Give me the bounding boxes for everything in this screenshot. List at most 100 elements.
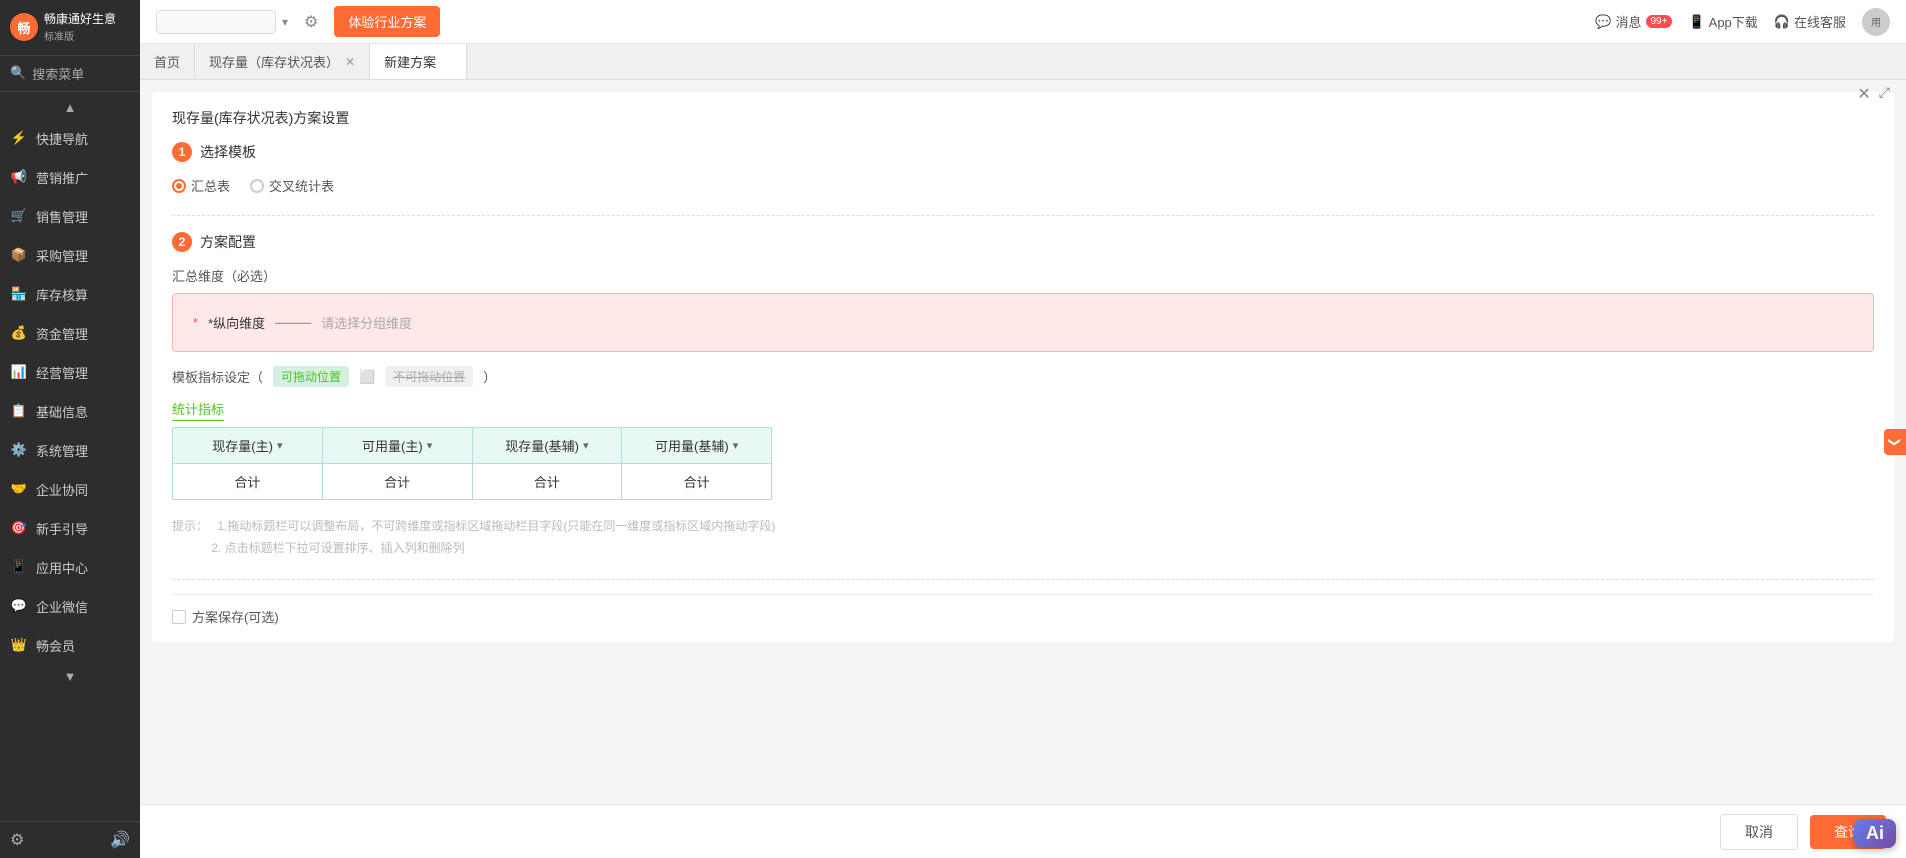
app-logo-icon: 畅	[10, 13, 38, 41]
sidebar-item-new-guide[interactable]: 🎯 新手引导	[0, 509, 140, 548]
operations-icon: 📊	[10, 363, 28, 381]
save-divider	[172, 579, 1874, 580]
tab-inventory-close[interactable]: ✕	[345, 55, 355, 69]
tips-area: 提示： 1.拖动标题栏可以调整布局，不可跨维度或指标区域拖动栏目字段(只能在同一…	[172, 516, 1874, 559]
sidebar-nav: ▲ ⚡ 快捷导航 📢 营销推广 🛒 销售管理 📦 采购管理 🏪 库存核算 💰 资…	[0, 92, 140, 821]
sidebar-logo: 畅 畅康通好生意 标准版	[0, 0, 140, 56]
cancel-button[interactable]: 取消	[1720, 814, 1798, 850]
purchase-icon: 📦	[10, 246, 28, 264]
wechat-icon: 💬	[10, 597, 28, 615]
tab-home[interactable]: 首页	[140, 44, 195, 79]
stats-cell-0: 合计	[173, 464, 323, 499]
dim-arrow: ——	[275, 312, 311, 333]
industry-btn[interactable]: 体验行业方案	[334, 6, 440, 37]
user-avatar[interactable]: 用	[1862, 8, 1890, 36]
dim-required-star: *	[193, 315, 198, 330]
stats-table-body: 合计 合计 合计 合计	[173, 463, 771, 499]
col2-chevron[interactable]: ▾	[583, 439, 589, 452]
stats-col-1[interactable]: 可用量(主) ▾	[323, 428, 473, 463]
drag-badge: 可拖动位置	[273, 366, 349, 387]
messages-btn[interactable]: 💬 消息 99+	[1595, 12, 1672, 31]
sidebar-item-marketing[interactable]: 📢 营销推广	[0, 158, 140, 197]
dim-row: * *纵向维度 —— 请选择分组维度	[193, 312, 1853, 333]
topbar-gear-icon[interactable]: ⚙	[304, 12, 318, 32]
radio-summary-circle	[172, 179, 186, 193]
member-icon: 👑	[10, 636, 28, 654]
sidebar-item-inventory[interactable]: 🏪 库存核算	[0, 275, 140, 314]
template-radio-group: 汇总表 交叉统计表	[172, 176, 1874, 195]
sidebar-footer: ⚙ 🔊	[0, 821, 140, 858]
phone-icon: 📱	[1688, 14, 1704, 30]
sidebar-item-wechat[interactable]: 💬 企业微信	[0, 587, 140, 626]
app-center-icon: 📱	[10, 558, 28, 576]
section1-header: 1 选择模板	[172, 142, 1874, 162]
ai-badge[interactable]: Ai	[1854, 819, 1896, 848]
sidebar-item-purchase[interactable]: 📦 采购管理	[0, 236, 140, 275]
stats-col-2[interactable]: 现存量(基辅) ▾	[473, 428, 623, 463]
col1-chevron[interactable]: ▾	[427, 439, 433, 452]
tip-title: 提示： 1.拖动标题栏可以调整布局，不可跨维度或指标区域拖动栏目字段(只能在同一…	[172, 516, 1874, 538]
scroll-down-btn[interactable]: ▼	[0, 665, 140, 688]
col3-chevron[interactable]: ▾	[733, 439, 739, 452]
expand-window-btn[interactable]: ⤢	[1879, 84, 1890, 104]
col0-chevron[interactable]: ▾	[277, 439, 283, 452]
enterprise-icon: 🤝	[10, 480, 28, 498]
app-logo-text: 畅康通好生意 标准版	[44, 12, 116, 43]
sidebar-item-enterprise[interactable]: 🤝 企业协同	[0, 470, 140, 509]
metrics-setting-suffix: ）	[483, 367, 496, 386]
topbar: ▾ ⚙ 体验行业方案 💬 消息 99+ 📱 App下载 🎧 在线客服 用	[140, 0, 1906, 44]
online-service-btn[interactable]: 🎧 在线客服	[1774, 12, 1846, 31]
sidebar-item-member[interactable]: 👑 畅会员	[0, 626, 140, 665]
sidebar-item-sales[interactable]: 🛒 销售管理	[0, 197, 140, 236]
tab-new-scheme-close[interactable]: ✕	[442, 55, 452, 69]
marketing-icon: 📢	[10, 168, 28, 186]
no-drag-badge: 不可拖动位置	[385, 366, 473, 387]
sidebar-search[interactable]: 🔍 搜索菜单	[0, 56, 140, 92]
sales-icon: 🛒	[10, 207, 28, 225]
system-icon: ⚙️	[10, 441, 28, 459]
stats-cell-3: 合计	[622, 464, 771, 499]
sidebar-item-app-center[interactable]: 📱 应用中心	[0, 548, 140, 587]
stats-col-0[interactable]: 现存量(主) ▾	[173, 428, 323, 463]
scroll-up-btn[interactable]: ▲	[0, 96, 140, 119]
user-avatar-text: 用	[1871, 14, 1881, 29]
section1-num: 1	[172, 142, 192, 162]
section2-title: 方案配置	[200, 232, 256, 252]
dim-vertical-label: *纵向维度	[208, 313, 265, 332]
sidebar: 畅 畅康通好生意 标准版 🔍 搜索菜单 ▲ ⚡ 快捷导航 📢 营销推广 🛒 销售…	[0, 0, 140, 858]
tab-inventory-status[interactable]: 现存量（库存状况表） ✕	[195, 44, 370, 79]
topbar-input[interactable]	[156, 10, 276, 34]
tip-2: 2. 点击标题栏下拉可设置排序、插入列和删除列	[172, 538, 1874, 560]
basic-info-icon: 📋	[10, 402, 28, 420]
metrics-setting-label: 模板指标设定（	[172, 367, 263, 386]
radio-summary[interactable]: 汇总表	[172, 176, 230, 195]
stats-table: 现存量(主) ▾ 可用量(主) ▾ 现存量(基辅) ▾	[172, 427, 772, 500]
sidebar-item-system[interactable]: ⚙️ 系统管理	[0, 431, 140, 470]
section1-title: 选择模板	[200, 142, 256, 162]
sidebar-item-quick-nav[interactable]: ⚡ 快捷导航	[0, 119, 140, 158]
stats-col-3[interactable]: 可用量(基辅) ▾	[622, 428, 771, 463]
sidebar-item-operations[interactable]: 📊 经营管理	[0, 353, 140, 392]
section2: 2 方案配置 汇总维度（必选） * *纵向维度 —— 请选择分组维度 模板指标设…	[172, 232, 1874, 559]
stats-cell-1: 合计	[323, 464, 473, 499]
new-guide-icon: 🎯	[10, 519, 28, 537]
dim-area[interactable]: * *纵向维度 —— 请选择分组维度	[172, 293, 1874, 352]
settings-panel: 现存量(库存状况表)方案设置 1 选择模板 汇总表 交叉统计表	[152, 92, 1894, 642]
settings-icon[interactable]: ⚙	[10, 830, 24, 850]
section-divider	[172, 215, 1874, 216]
close-window-btn[interactable]: ✕	[1857, 84, 1870, 104]
page-title: 现存量(库存状况表)方案设置	[172, 108, 1874, 128]
tab-new-scheme[interactable]: 新建方案 ✕	[370, 44, 467, 79]
app-download-btn[interactable]: 📱 App下载	[1688, 12, 1757, 31]
sidebar-item-basic-info[interactable]: 📋 基础信息	[0, 392, 140, 431]
audio-icon[interactable]: 🔊	[110, 830, 130, 850]
finance-icon: 💰	[10, 324, 28, 342]
search-icon: 🔍	[10, 65, 26, 81]
right-edge-handle[interactable]: ❯	[1884, 429, 1906, 455]
topbar-dropdown-icon[interactable]: ▾	[282, 15, 288, 29]
sidebar-item-finance[interactable]: 💰 资金管理	[0, 314, 140, 353]
save-label: 方案保存(可选)	[192, 607, 279, 626]
stats-section: 统计指标 现存量(主) ▾ 可用量(主) ▾	[172, 399, 1874, 500]
save-checkbox[interactable]	[172, 610, 186, 624]
radio-cross[interactable]: 交叉统计表	[250, 176, 334, 195]
